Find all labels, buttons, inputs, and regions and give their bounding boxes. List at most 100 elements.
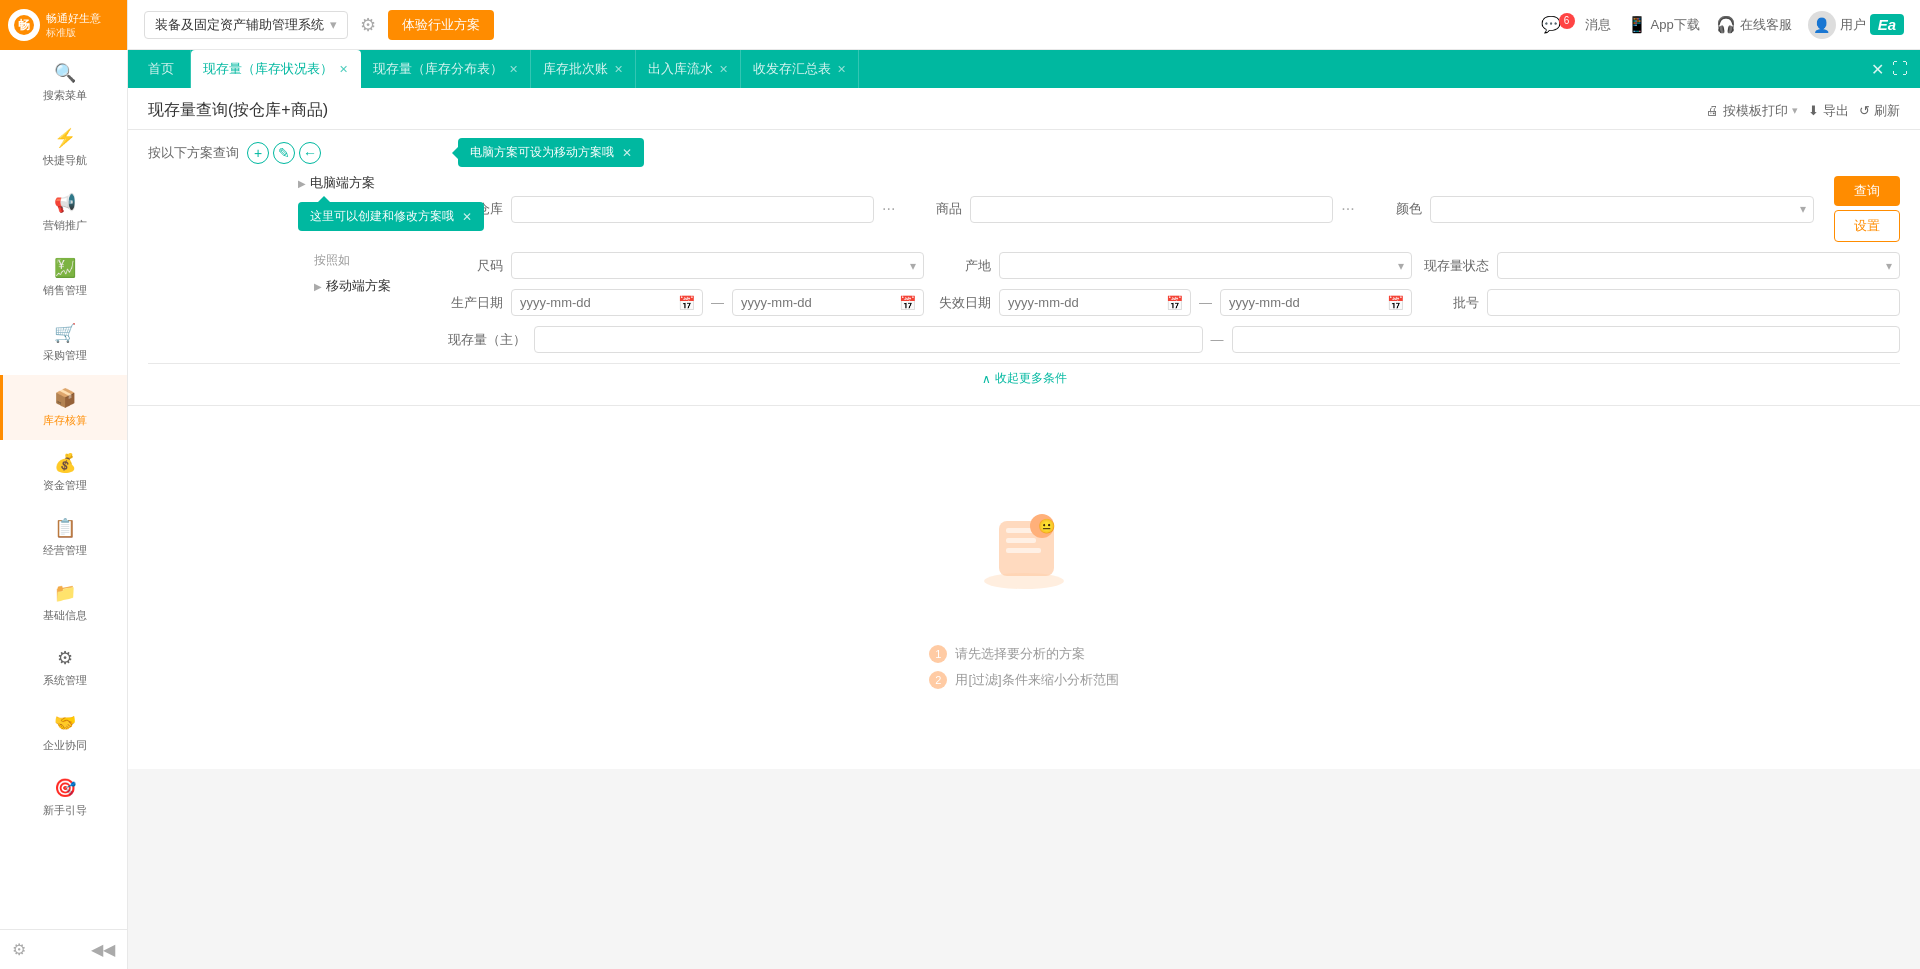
user-menu-btn[interactable]: 👤 用户 Ea [1808,11,1904,39]
sidebar-item-基础信息[interactable]: 📁 基础信息 [0,570,127,635]
origin-select[interactable] [999,252,1412,279]
message-btn[interactable]: 💬 6 消息 [1541,15,1611,34]
tab-close-inout-flow[interactable]: ✕ [719,63,728,76]
batch-num-input[interactable] [1487,289,1900,316]
svg-text:畅: 畅 [18,18,30,32]
prod-date-end-wrap: 📅 [732,289,924,316]
collapse-bar[interactable]: ∧ 收起更多条件 [148,363,1900,393]
size-select[interactable] [511,252,924,279]
tooltip2-close[interactable]: ✕ [462,210,472,224]
search-btn[interactable]: 查询 [1834,176,1900,206]
expire-date-end[interactable] [1220,289,1412,316]
collapse-icon: ∧ [982,372,991,386]
sidebar-item-企业协同[interactable]: 🤝 企业协同 [0,700,127,765]
content-area: 现存量查询(按仓库+商品) 🖨 按模板打印 ▾ ⬇ 导出 ↺ 刷新 [128,88,1920,969]
tip-text-1: 请先选择要分析的方案 [955,645,1085,663]
scheme-desktop-item[interactable]: ▶ 电脑端方案 [298,170,391,196]
filter-header: 按以下方案查询 + ✎ ← 电脑方案可设为移动方案哦 ✕ ▶ 电脑端方案 [148,142,1900,164]
scheme-mobile-item[interactable]: ▶ 移动端方案 [314,273,391,299]
system-selector[interactable]: 装备及固定资产辅助管理系统 ▾ [144,11,348,39]
tip-num-1: 1 [929,645,947,663]
reset-btn[interactable]: 设置 [1834,210,1900,242]
page-title: 现存量查询(按仓库+商品) [148,100,328,121]
tab-close-inventory-status[interactable]: ✕ [339,63,348,76]
sidebar-logo: 畅 畅通好生意 标准版 [0,0,127,50]
online-support-btn[interactable]: 🎧 在线客服 [1716,15,1792,34]
tab-expand-icon[interactable]: ⛶ [1892,60,1908,78]
tab-close-inventory-dist[interactable]: ✕ [509,63,518,76]
tip-num-2: 2 [929,671,947,689]
logo-text: 畅通好生意 标准版 [46,11,101,38]
tab-close-batch-account[interactable]: ✕ [614,63,623,76]
color-select[interactable] [1430,196,1814,223]
tab-batch-account-label: 库存批次账 [543,60,608,78]
tab-inventory-dist[interactable]: 现存量（库存分布表） ✕ [361,50,531,88]
prod-date-start[interactable] [511,289,703,316]
back-btn[interactable]: ← [299,142,321,164]
sidebar-item-label: 新手引导 [43,803,87,818]
header-left: 装备及固定资产辅助管理系统 ▾ ⚙ 体验行业方案 [144,10,494,40]
svg-rect-5 [1006,538,1036,543]
stock-status-select[interactable] [1497,252,1900,279]
prod-date-end[interactable] [732,289,924,316]
refresh-btn[interactable]: ↺ 刷新 [1859,102,1900,120]
sidebar-item-经营管理[interactable]: 📋 经营管理 [0,505,127,570]
tab-summary[interactable]: 收发存汇总表 ✕ [741,50,859,88]
export-btn[interactable]: ⬇ 导出 [1808,102,1849,120]
expire-date-start[interactable] [999,289,1191,316]
filter-row-3: 生产日期 📅 — 📅 失效日期 [448,289,1900,316]
print-dropdown-icon: ▾ [1792,104,1798,117]
sidebar-item-label: 企业协同 [43,738,87,753]
sidebar-item-采购管理[interactable]: 🛒 采购管理 [0,310,127,375]
empty-state: 😐 1 请先选择要分析的方案 2 用[过滤]条件来缩小分析范围 [128,406,1920,769]
sidebar-item-新手引导[interactable]: 🎯 新手引导 [0,765,127,830]
sidebar-item-营销推广[interactable]: 📢 营销推广 [0,180,127,245]
sidebar-item-label: 资金管理 [43,478,87,493]
goods-input[interactable] [970,196,1333,223]
industry-btn[interactable]: 体验行业方案 [388,10,494,40]
print-btn[interactable]: 🖨 按模板打印 ▾ [1706,102,1798,120]
tab-batch-account[interactable]: 库存批次账 ✕ [531,50,636,88]
tab-inout-flow[interactable]: 出入库流水 ✕ [636,50,741,88]
tooltip-scheme-text: 电脑方案可设为移动方案哦 [470,144,614,161]
sidebar-item-label: 搜索菜单 [43,88,87,103]
sidebar-item-搜索菜单[interactable]: 🔍 搜索菜单 [0,50,127,115]
sidebar-bottom: ⚙ ◀◀ [0,929,127,969]
warehouse-dots[interactable]: ··· [882,200,895,218]
tab-summary-label: 收发存汇总表 [753,60,831,78]
tab-close-summary[interactable]: ✕ [837,63,846,76]
collapse-sidebar-icon[interactable]: ◀◀ [91,940,115,959]
settings-icon[interactable]: ⚙ [12,940,26,959]
goods-dots[interactable]: ··· [1341,200,1354,218]
stock-qty-max[interactable] [1232,326,1901,353]
edit-scheme-btn[interactable]: ✎ [273,142,295,164]
app-download-btn[interactable]: 📱 App下载 [1627,15,1700,34]
warehouse-input[interactable] [511,196,874,223]
sidebar-icon: 🛒 [54,322,76,344]
tooltip-scheme-close[interactable]: ✕ [622,146,632,160]
sidebar-item-销售管理[interactable]: 💹 销售管理 [0,245,127,310]
expire-date-start-wrap: 📅 [999,289,1191,316]
sidebar-icon: 🤝 [54,712,76,734]
sidebar-icon: 💹 [54,257,76,279]
tab-inventory-status[interactable]: 现存量（库存状况表） ✕ [191,50,361,88]
sidebar-item-库存核算[interactable]: 📦 库存核算 [0,375,127,440]
tab-bar-right: ✕ ⛶ [1863,60,1916,79]
sidebar-item-系统管理[interactable]: ⚙ 系统管理 [0,635,127,700]
sidebar-item-快捷导航[interactable]: ⚡ 快捷导航 [0,115,127,180]
stock-qty-label: 现存量（主） [448,331,526,349]
main-area: 装备及固定资产辅助管理系统 ▾ ⚙ 体验行业方案 💬 6 消息 📱 App下载 … [128,0,1920,969]
stock-qty-min[interactable] [534,326,1203,353]
tab-close-all-icon[interactable]: ✕ [1871,60,1884,79]
sidebar-item-资金管理[interactable]: 💰 资金管理 [0,440,127,505]
scheme-mobile-label: 移动端方案 [326,277,391,295]
expire-date-label: 失效日期 [936,294,991,312]
sidebar-item-label: 基础信息 [43,608,87,623]
settings-gear-icon[interactable]: ⚙ [360,14,376,36]
print-label: 按模板打印 [1723,102,1788,120]
filter-cell-color: 颜色 [1367,196,1814,223]
filter-row-4: 现存量（主） — [448,326,1900,353]
add-scheme-btn[interactable]: + [247,142,269,164]
sidebar-icon: 📁 [54,582,76,604]
tab-home[interactable]: 首页 [132,50,191,88]
